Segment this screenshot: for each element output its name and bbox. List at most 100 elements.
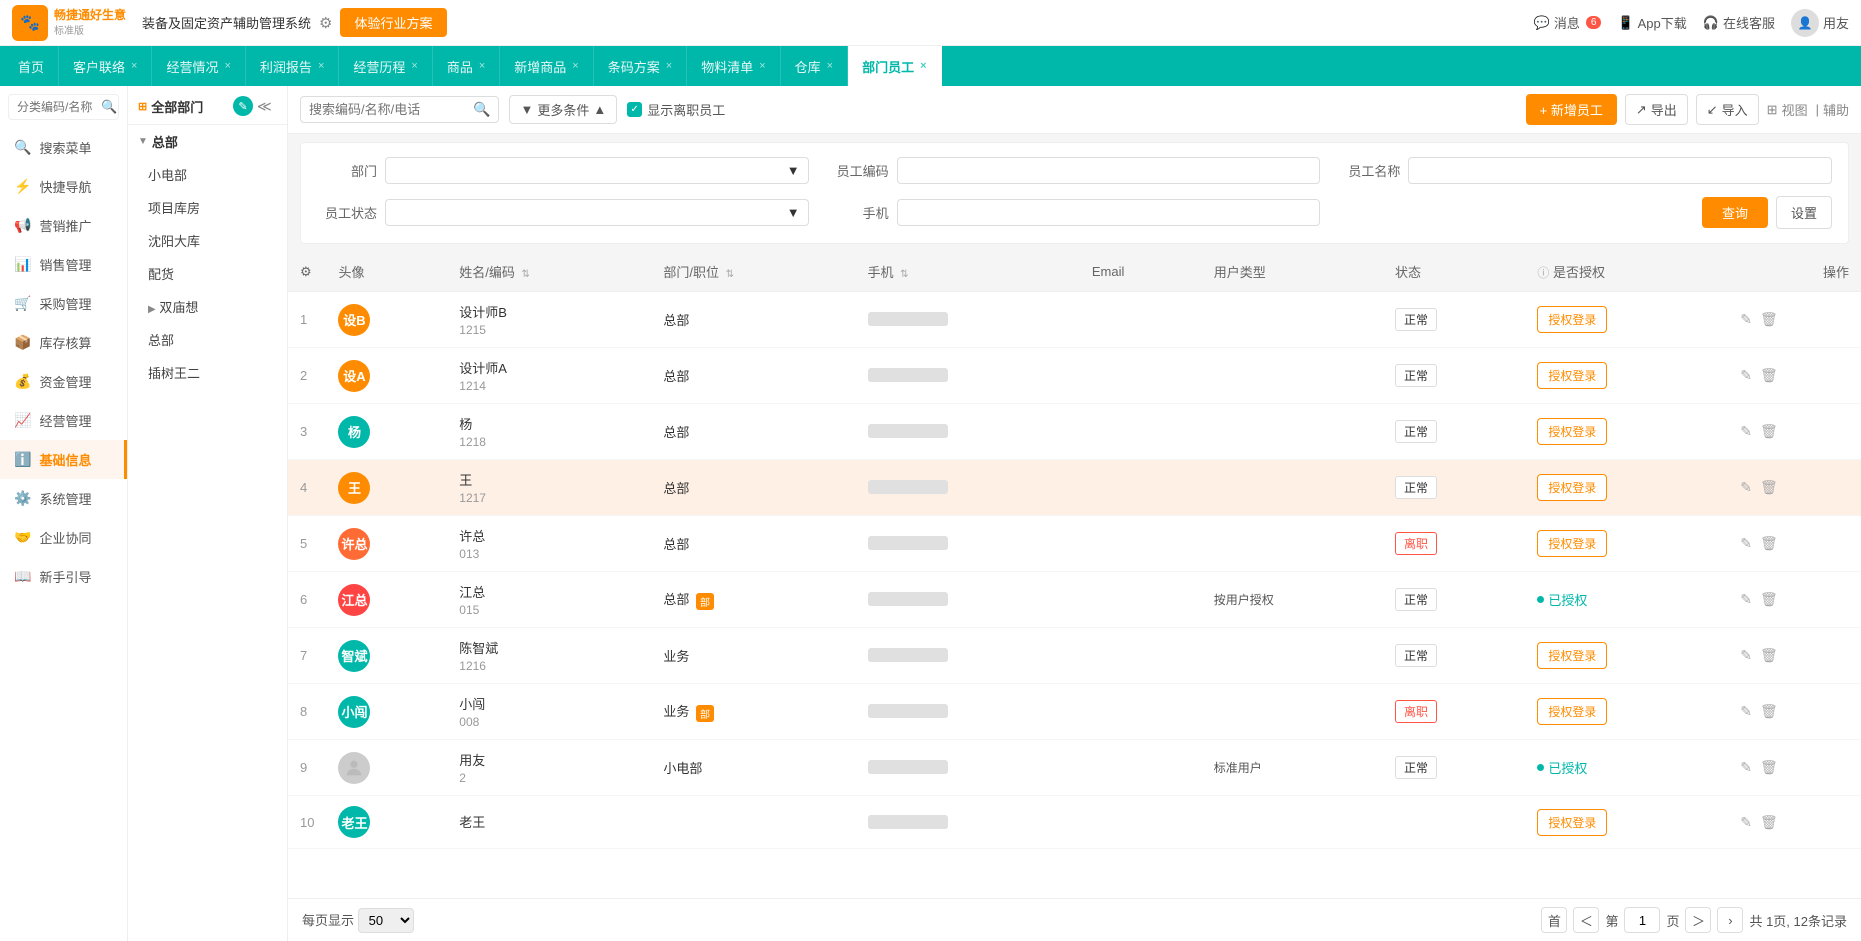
row-auth[interactable]: 授权登录	[1525, 628, 1728, 684]
auth-button[interactable]: 授权登录	[1537, 306, 1607, 333]
sidebar-item-inventory[interactable]: 📦 库存核算	[0, 323, 127, 362]
per-page-select[interactable]: 50 20 100	[358, 908, 414, 933]
emp-status-filter-select[interactable]: ▼	[385, 199, 809, 226]
online-service-btn[interactable]: 🎧 在线客服	[1703, 13, 1775, 32]
delete-icon[interactable]: 🗑	[1760, 535, 1778, 552]
sidebar-item-finance[interactable]: 💰 资金管理	[0, 362, 127, 401]
import-button[interactable]: ↙ 导入	[1696, 94, 1759, 125]
edit-icon[interactable]: ✎	[1740, 423, 1752, 440]
delete-icon[interactable]: 🗑	[1760, 591, 1778, 608]
sidebar-item-sales[interactable]: 📊 销售管理	[0, 245, 127, 284]
sidebar-item-search[interactable]: 🔍 搜索菜单	[0, 128, 127, 167]
next-page-btn[interactable]: ＞	[1685, 907, 1711, 933]
dept-node-cswe[interactable]: 插树王二	[128, 356, 287, 389]
gear-icon[interactable]: ⚙	[319, 14, 332, 32]
row-auth[interactable]: 授权登录	[1525, 404, 1728, 460]
row-auth[interactable]: 授权登录	[1525, 516, 1728, 572]
sidebar-item-system[interactable]: ⚙️ 系统管理	[0, 479, 127, 518]
search-submit-icon[interactable]: 🔍	[473, 101, 490, 118]
dept-collapse-icon[interactable]: ≪	[257, 96, 277, 116]
auth-button[interactable]: 授权登录	[1537, 809, 1607, 836]
auth-button[interactable]: 授权登录	[1537, 418, 1607, 445]
close-icon[interactable]: ×	[827, 60, 833, 72]
dept-all-text[interactable]: 全部部门	[151, 97, 203, 116]
emp-code-filter-input[interactable]	[897, 157, 1321, 184]
close-icon[interactable]: ×	[759, 60, 765, 72]
search-input[interactable]	[309, 102, 469, 117]
edit-icon[interactable]: ✎	[1740, 814, 1752, 831]
prev-page-btn[interactable]: ＜	[1573, 907, 1599, 933]
view-btn[interactable]: ⊞ 视图	[1767, 100, 1808, 119]
delete-icon[interactable]: 🗑	[1760, 367, 1778, 384]
edit-icon[interactable]: ✎	[1740, 759, 1752, 776]
delete-icon[interactable]: 🗑	[1760, 647, 1778, 664]
sidebar-item-quicknav[interactable]: ⚡ 快捷导航	[0, 167, 127, 206]
tab-profit[interactable]: 利润报告 ×	[246, 46, 339, 86]
sidebar-item-marketing[interactable]: 📢 营销推广	[0, 206, 127, 245]
more-filter-btn[interactable]: ▼ 更多条件 ▲	[509, 95, 617, 124]
message-btn[interactable]: 💬 消息 6	[1534, 13, 1602, 32]
add-employee-button[interactable]: + 新增员工	[1526, 94, 1617, 125]
sidebar-search-input[interactable]	[17, 100, 97, 114]
delete-icon[interactable]: 🗑	[1760, 479, 1778, 496]
dept-node-smx[interactable]: ▶ 双庙想	[128, 290, 287, 323]
sidebar-item-collab[interactable]: 🤝 企业协同	[0, 518, 127, 557]
tab-goods[interactable]: 商品 ×	[433, 46, 500, 86]
sidebar-item-basic[interactable]: ℹ️ 基础信息	[0, 440, 127, 479]
edit-icon[interactable]: ✎	[1740, 479, 1752, 496]
emp-name-filter-input[interactable]	[1408, 157, 1832, 184]
close-icon[interactable]: ×	[666, 60, 672, 72]
edit-icon[interactable]: ✎	[1740, 703, 1752, 720]
user-area[interactable]: 👤 用友	[1791, 9, 1849, 37]
row-auth[interactable]: 授权登录	[1525, 684, 1728, 740]
dept-filter-select[interactable]: ▼	[385, 157, 809, 184]
edit-icon[interactable]: ✎	[1740, 647, 1752, 664]
edit-icon[interactable]: ✎	[1740, 311, 1752, 328]
sidebar-search-icon[interactable]: 🔍	[101, 99, 117, 115]
sidebar-search-box[interactable]: 🔍	[8, 94, 119, 120]
dept-node-zb[interactable]: 总部	[128, 323, 287, 356]
tab-history[interactable]: 经营历程 ×	[339, 46, 432, 86]
row-auth[interactable]: 授权登录	[1525, 460, 1728, 516]
close-icon[interactable]: ×	[131, 60, 137, 72]
sidebar-item-business[interactable]: 📈 经营管理	[0, 401, 127, 440]
tab-barcode[interactable]: 条码方案 ×	[594, 46, 687, 86]
trial-button[interactable]: 体验行业方案	[340, 8, 446, 37]
edit-icon[interactable]: ✎	[1740, 591, 1752, 608]
row-auth[interactable]: 授权登录	[1525, 796, 1728, 849]
close-icon[interactable]: ×	[318, 60, 324, 72]
delete-icon[interactable]: 🗑	[1760, 423, 1778, 440]
tab-home[interactable]: 首页	[0, 46, 59, 86]
sidebar-item-guide[interactable]: 📖 新手引导	[0, 557, 127, 596]
dept-edit-icon[interactable]: ✎	[233, 96, 253, 116]
dept-node-ph[interactable]: 配货	[128, 257, 287, 290]
last-page-btn[interactable]: ›	[1717, 907, 1743, 933]
close-icon[interactable]: ×	[479, 60, 485, 72]
tab-employees[interactable]: 部门员工 ×	[848, 46, 941, 86]
tab-new-goods[interactable]: 新增商品 ×	[500, 46, 593, 86]
phone-filter-input[interactable]	[897, 199, 1321, 226]
dept-node-xdb[interactable]: 小电部	[128, 158, 287, 191]
auth-button[interactable]: 授权登录	[1537, 530, 1607, 557]
delete-icon[interactable]: 🗑	[1760, 311, 1778, 328]
col-settings-icon[interactable]: ⚙	[288, 252, 326, 292]
dept-node-hq[interactable]: ▼ 总部	[128, 125, 287, 158]
row-auth[interactable]: 授权登录	[1525, 348, 1728, 404]
filter-settings-button[interactable]: 设置	[1776, 196, 1832, 229]
export-button[interactable]: ↗ 导出	[1625, 94, 1688, 125]
app-download-btn[interactable]: 📱 App下载	[1617, 13, 1686, 32]
first-page-btn[interactable]: 首	[1541, 907, 1567, 933]
tab-operation[interactable]: 经营情况 ×	[152, 46, 245, 86]
delete-icon[interactable]: 🗑	[1760, 814, 1778, 831]
col-name-code[interactable]: 姓名/编码 ⇅	[447, 252, 651, 292]
close-icon[interactable]: ×	[920, 60, 926, 72]
settings-btn[interactable]: | 辅助	[1816, 100, 1849, 119]
close-icon[interactable]: ×	[572, 60, 578, 72]
tab-customer[interactable]: 客户联络 ×	[59, 46, 152, 86]
page-input[interactable]	[1624, 907, 1660, 933]
auth-button[interactable]: 授权登录	[1537, 642, 1607, 669]
col-dept[interactable]: 部门/职位 ⇅	[651, 252, 855, 292]
col-phone[interactable]: 手机 ⇅	[856, 252, 1080, 292]
sidebar-item-purchase[interactable]: 🛒 采购管理	[0, 284, 127, 323]
tab-bom[interactable]: 物料清单 ×	[687, 46, 780, 86]
